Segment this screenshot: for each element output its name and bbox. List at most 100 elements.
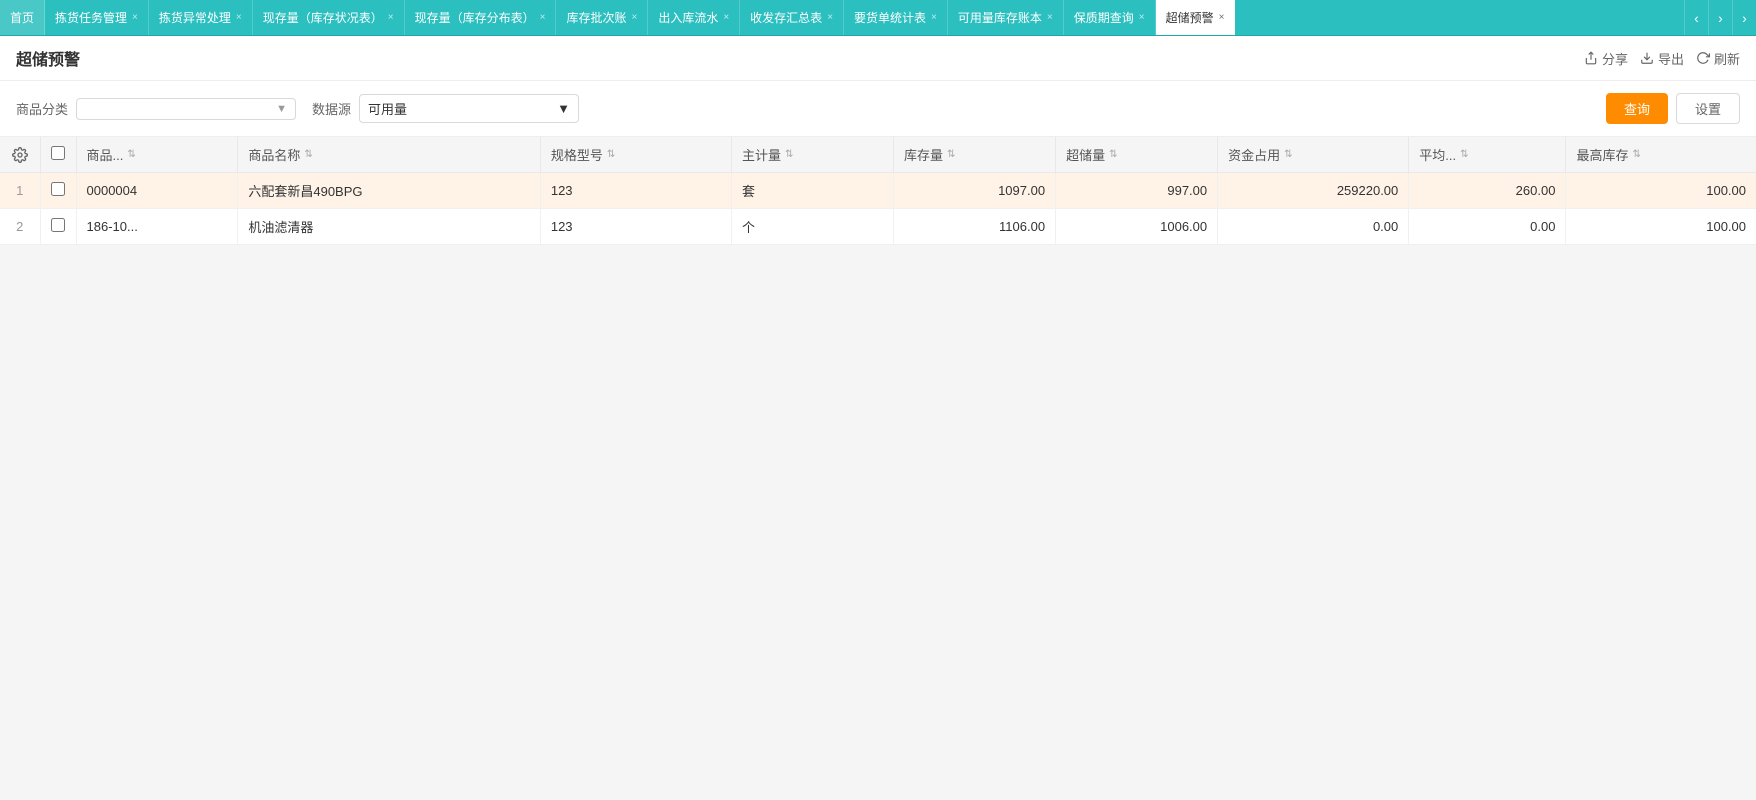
refresh-icon [1696,51,1710,65]
table-container: 商品... ⇅ 商品名称 ⇅ 规格型号 ⇅ [0,137,1756,245]
nav-tab-overstock-close[interactable]: × [1219,12,1225,23]
nav-next-button[interactable]: › [1708,0,1732,36]
nav-tab-batch-close[interactable]: × [631,12,637,23]
row-checkbox-0 [40,173,76,209]
category-select[interactable]: ▼ [76,98,296,120]
th-max-stock[interactable]: 最高库存 ⇅ [1566,137,1756,173]
table-header-row: 商品... ⇅ 商品名称 ⇅ 规格型号 ⇅ [0,137,1756,173]
nav-more-button[interactable]: › [1732,0,1756,36]
row-spec-1: 123 [540,209,731,245]
row-select-1[interactable] [51,218,65,232]
datasource-label: 数据源 [312,99,351,118]
table-body: 1 0000004 六配套新昌490BPG 123 套 1097.00 997.… [0,173,1756,245]
top-navigation: 首页 拣货任务管理 × 拣货异常处理 × 现存量（库存状况表） × 现存量（库存… [0,0,1756,36]
sort-product-code-icon: ⇅ [127,149,135,160]
row-checkbox-1 [40,209,76,245]
nav-tab-pick-error-label: 拣货异常处理 [159,9,231,26]
row-avg-1: 0.00 [1409,209,1566,245]
nav-tab-home[interactable]: 首页 [0,0,45,36]
filter-area: 商品分类 ▼ 数据源 可用量 ▼ 查询 设置 [0,81,1756,137]
th-product-name[interactable]: 商品名称 ⇅ [238,137,540,173]
share-label: 分享 [1602,49,1628,68]
table-row: 2 186-10... 机油滤清器 123 个 1106.00 1006.00 … [0,209,1756,245]
nav-tab-expiry-close[interactable]: × [1139,12,1145,23]
share-icon [1584,51,1598,65]
nav-tab-batch-label: 库存批次账 [566,9,626,26]
row-unit-1: 个 [731,209,893,245]
datasource-chevron-icon: ▼ [557,101,570,116]
nav-tab-order-stat-close[interactable]: × [931,12,937,23]
sort-stock-icon: ⇅ [947,149,955,160]
th-unit[interactable]: 主计量 ⇅ [731,137,893,173]
nav-tab-expiry-label: 保质期查询 [1074,9,1134,26]
sort-avg-icon: ⇅ [1460,149,1468,160]
export-icon [1640,51,1654,65]
nav-tab-flow[interactable]: 出入库流水 × [648,0,740,36]
row-capital-1: 0.00 [1218,209,1409,245]
nav-tab-avail-stock[interactable]: 可用量库存账本 × [948,0,1064,36]
nav-tab-summary-close[interactable]: × [827,12,833,23]
nav-tab-pick-task-label: 拣货任务管理 [55,9,127,26]
row-spec-0: 123 [540,173,731,209]
row-unit-0: 套 [731,173,893,209]
nav-tab-pick-error-close[interactable]: × [236,12,242,23]
nav-tab-flow-close[interactable]: × [723,12,729,23]
nav-tab-stock-status-close[interactable]: × [388,12,394,23]
datasource-value: 可用量 [368,99,557,118]
table-row: 1 0000004 六配套新昌490BPG 123 套 1097.00 997.… [0,173,1756,209]
th-product-code[interactable]: 商品... ⇅ [76,137,238,173]
th-product-name-label: 商品名称 [248,145,300,164]
nav-tab-pick-task[interactable]: 拣货任务管理 × [45,0,149,36]
th-overstock-label: 超储量 [1066,145,1105,164]
th-max-stock-label: 最高库存 [1576,145,1628,164]
th-overstock[interactable]: 超储量 ⇅ [1056,137,1218,173]
nav-tab-expiry[interactable]: 保质期查询 × [1064,0,1156,36]
nav-tab-summary[interactable]: 收发存汇总表 × [740,0,844,36]
nav-tab-stock-dist-close[interactable]: × [540,12,546,23]
nav-tab-stock-status[interactable]: 现存量（库存状况表） × [253,0,405,36]
nav-tab-stock-dist[interactable]: 现存量（库存分布表） × [405,0,557,36]
sort-product-name-icon: ⇅ [304,149,312,160]
row-product-code-0: 0000004 [76,173,238,209]
th-gear [0,137,40,173]
row-max-stock-0: 100.00 [1566,173,1756,209]
th-stock-label: 库存量 [904,145,943,164]
nav-tab-summary-label: 收发存汇总表 [750,9,822,26]
th-stock[interactable]: 库存量 ⇅ [894,137,1056,173]
page-header: 超储预警 分享 导出 刷新 [0,36,1756,81]
row-select-0[interactable] [51,182,65,196]
datasource-filter-group: 数据源 可用量 ▼ [312,94,579,123]
gear-icon[interactable] [12,147,28,163]
row-max-stock-1: 100.00 [1566,209,1756,245]
nav-tab-overstock[interactable]: 超储预警 × [1156,0,1236,36]
sort-max-stock-icon: ⇅ [1632,149,1640,160]
query-button[interactable]: 查询 [1606,93,1668,124]
nav-tab-batch[interactable]: 库存批次账 × [556,0,648,36]
nav-tab-overstock-label: 超储预警 [1166,9,1214,26]
th-capital[interactable]: 资金占用 ⇅ [1218,137,1409,173]
th-spec-label: 规格型号 [551,145,603,164]
nav-tab-avail-stock-close[interactable]: × [1047,12,1053,23]
th-avg[interactable]: 平均... ⇅ [1409,137,1566,173]
nav-tab-order-stat[interactable]: 要货单统计表 × [844,0,948,36]
sort-spec-icon: ⇅ [607,149,615,160]
th-spec[interactable]: 规格型号 ⇅ [540,137,731,173]
row-overstock-1: 1006.00 [1056,209,1218,245]
row-index-0: 1 [0,173,40,209]
category-filter-group: 商品分类 ▼ [16,98,296,120]
th-unit-label: 主计量 [742,145,781,164]
row-stock-1: 1106.00 [894,209,1056,245]
nav-prev-button[interactable]: ‹ [1684,0,1708,36]
nav-tab-pick-task-close[interactable]: × [132,12,138,23]
nav-tab-flow-label: 出入库流水 [658,9,718,26]
export-button[interactable]: 导出 [1640,49,1684,68]
datasource-select[interactable]: 可用量 ▼ [359,94,579,123]
nav-tab-stock-status-label: 现存量（库存状况表） [263,9,383,26]
settings-button[interactable]: 设置 [1676,93,1740,124]
select-all-checkbox[interactable] [51,146,65,160]
nav-tab-pick-error[interactable]: 拣货异常处理 × [149,0,253,36]
refresh-button[interactable]: 刷新 [1696,49,1740,68]
share-button[interactable]: 分享 [1584,49,1628,68]
category-label: 商品分类 [16,99,68,118]
page-title: 超储预警 [16,46,80,70]
